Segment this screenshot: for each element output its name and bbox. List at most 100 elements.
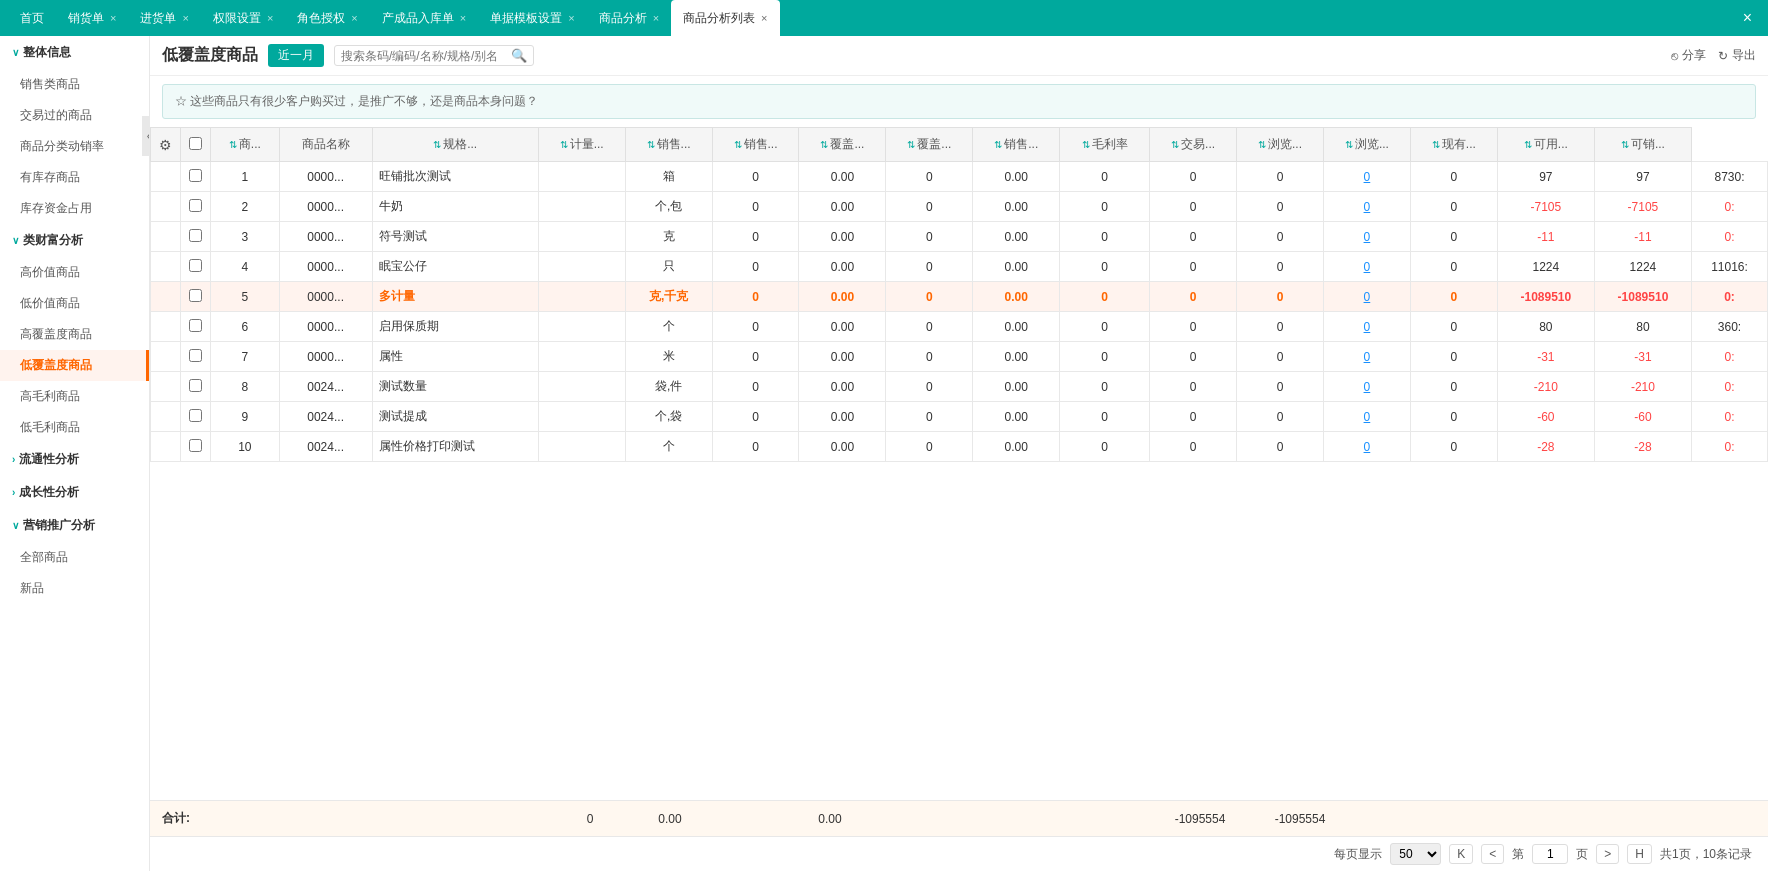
td-browse1[interactable]: 0 [1323, 432, 1410, 462]
close-icon-role[interactable]: × [351, 12, 357, 24]
sidebar-collapse-btn[interactable]: « [142, 116, 150, 156]
sidebar-item-high-value[interactable]: 高价值商品 [0, 257, 149, 288]
nav-item-home[interactable]: 首页 [8, 0, 56, 36]
nav-item-finished[interactable]: 产成品入库单 × [370, 0, 478, 36]
td-sales2: 0.00 [799, 342, 886, 372]
td-sales2: 0.00 [799, 282, 886, 312]
select-all-checkbox[interactable] [189, 137, 202, 150]
td-checkbox[interactable] [181, 402, 211, 432]
td-cover1: 0 [886, 402, 973, 432]
td-browse1[interactable]: 0 [1323, 312, 1410, 342]
close-icon-finished[interactable]: × [460, 12, 466, 24]
th-stock1[interactable]: ⇅现有... [1410, 128, 1497, 162]
td-checkbox[interactable] [181, 432, 211, 462]
th-stock3[interactable]: ⇅可销... [1594, 128, 1691, 162]
table-row: 6 0000... 启用保质期 个 0 0.00 0 0.00 0 0 0 0 … [151, 312, 1768, 342]
th-code[interactable]: ⇅商... [211, 128, 280, 162]
sidebar-section-growth[interactable]: › 成长性分析 [0, 476, 149, 509]
table-wrapper[interactable]: ⚙ ⇅商... 商品名称 ⇅规格... ⇅计量... ⇅销售... ⇅销售...… [150, 127, 1768, 800]
next-page-btn[interactable]: > [1596, 844, 1619, 864]
sidebar-section-wealth[interactable]: ∨ 类财富分析 [0, 224, 149, 257]
sidebar-item-low-value[interactable]: 低价值商品 [0, 288, 149, 319]
th-checkbox[interactable] [181, 128, 211, 162]
page-input[interactable] [1532, 844, 1568, 864]
sidebar-section-circulation[interactable]: › 流通性分析 [0, 443, 149, 476]
first-page-btn[interactable]: K [1449, 844, 1473, 864]
sidebar-section-overall[interactable]: ∨ 整体信息 [0, 36, 149, 69]
sidebar-item-category-rate[interactable]: 商品分类动销率 [0, 131, 149, 162]
th-cover2[interactable]: ⇅覆盖... [886, 128, 973, 162]
sidebar-item-traded-goods[interactable]: 交易过的商品 [0, 100, 149, 131]
prev-page-btn[interactable]: < [1481, 844, 1504, 864]
nav-item-template[interactable]: 单据模板设置 × [478, 0, 586, 36]
td-checkbox[interactable] [181, 252, 211, 282]
close-icon-permission[interactable]: × [267, 12, 273, 24]
nav-item-purchase[interactable]: 进货单 × [128, 0, 200, 36]
td-checkbox[interactable] [181, 162, 211, 192]
nav-item-role[interactable]: 角色授权 × [285, 0, 369, 36]
sidebar-item-high-coverage[interactable]: 高覆盖度商品 [0, 319, 149, 350]
gear-icon[interactable]: ⚙ [159, 137, 172, 153]
th-gear[interactable]: ⚙ [151, 128, 181, 162]
td-sales3: 0 [1060, 372, 1150, 402]
sidebar-item-high-profit[interactable]: 高毛利商品 [0, 381, 149, 412]
th-browse1[interactable]: ⇅浏览... [1237, 128, 1324, 162]
page-size-select[interactable]: 50 20 100 200 [1390, 843, 1441, 865]
td-browse1[interactable]: 0 [1323, 222, 1410, 252]
td-checkbox[interactable] [181, 282, 211, 312]
close-icon-sales[interactable]: × [110, 12, 116, 24]
sidebar-item-in-stock[interactable]: 有库存商品 [0, 162, 149, 193]
nav-item-analysis-list[interactable]: 商品分析列表 × [671, 0, 779, 36]
share-btn[interactable]: ⎋ 分享 [1671, 47, 1706, 64]
td-no: 2 [211, 192, 280, 222]
nav-item-sales[interactable]: 销货单 × [56, 0, 128, 36]
th-sales2[interactable]: ⇅销售... [712, 128, 799, 162]
th-stock2[interactable]: ⇅可用... [1497, 128, 1594, 162]
th-spec[interactable]: ⇅规格... [372, 128, 538, 162]
close-icon-analysis[interactable]: × [653, 12, 659, 24]
td-browse1[interactable]: 0 [1323, 372, 1410, 402]
td-checkbox[interactable] [181, 222, 211, 252]
td-browse1[interactable]: 0 [1323, 162, 1410, 192]
td-stock3: 0: [1692, 282, 1768, 312]
td-browse1[interactable]: 0 [1323, 282, 1410, 312]
th-browse2[interactable]: ⇅浏览... [1323, 128, 1410, 162]
content-area: 低覆盖度商品 近一月 🔍 ⎋ 分享 ↻ 导出 ☆ 这些商品只有很少客户购买过，是… [150, 36, 1768, 871]
sidebar-section-marketing[interactable]: ∨ 营销推广分析 [0, 509, 149, 542]
td-browse1[interactable]: 0 [1323, 192, 1410, 222]
td-checkbox[interactable] [181, 372, 211, 402]
close-icon-purchase[interactable]: × [182, 12, 188, 24]
export-btn[interactable]: ↻ 导出 [1718, 47, 1756, 64]
sidebar-item-all-goods[interactable]: 全部商品 [0, 542, 149, 573]
th-trade[interactable]: ⇅交易... [1150, 128, 1237, 162]
th-sales1[interactable]: ⇅销售... [625, 128, 712, 162]
close-icon-template[interactable]: × [568, 12, 574, 24]
td-browse1[interactable]: 0 [1323, 402, 1410, 432]
nav-item-permission[interactable]: 权限设置 × [201, 0, 285, 36]
td-cover1: 0 [886, 342, 973, 372]
nav-item-analysis[interactable]: 商品分析 × [587, 0, 671, 36]
search-input[interactable] [341, 49, 511, 63]
td-checkbox[interactable] [181, 342, 211, 372]
sidebar-item-new-goods[interactable]: 新品 [0, 573, 149, 604]
td-checkbox[interactable] [181, 192, 211, 222]
td-sales1: 0 [712, 192, 799, 222]
sidebar-item-capital[interactable]: 库存资金占用 [0, 193, 149, 224]
td-browse1[interactable]: 0 [1323, 252, 1410, 282]
th-cover1[interactable]: ⇅覆盖... [799, 128, 886, 162]
sidebar-item-sales-goods[interactable]: 销售类商品 [0, 69, 149, 100]
period-btn[interactable]: 近一月 [268, 44, 324, 67]
nav-label-home: 首页 [20, 10, 44, 27]
last-page-btn[interactable]: H [1627, 844, 1652, 864]
sidebar-item-low-coverage[interactable]: 低覆盖度商品 [0, 350, 149, 381]
sidebar-item-low-profit[interactable]: 低毛利商品 [0, 412, 149, 443]
th-name: 商品名称 [279, 128, 372, 162]
th-gross[interactable]: ⇅毛利率 [1060, 128, 1150, 162]
td-browse1[interactable]: 0 [1323, 342, 1410, 372]
th-unit[interactable]: ⇅计量... [538, 128, 625, 162]
nav-close-all[interactable]: × [1735, 9, 1760, 27]
th-sales3[interactable]: ⇅销售... [973, 128, 1060, 162]
td-checkbox[interactable] [181, 312, 211, 342]
close-icon-analysis-list[interactable]: × [761, 12, 767, 24]
td-gross: 0 [1150, 402, 1237, 432]
